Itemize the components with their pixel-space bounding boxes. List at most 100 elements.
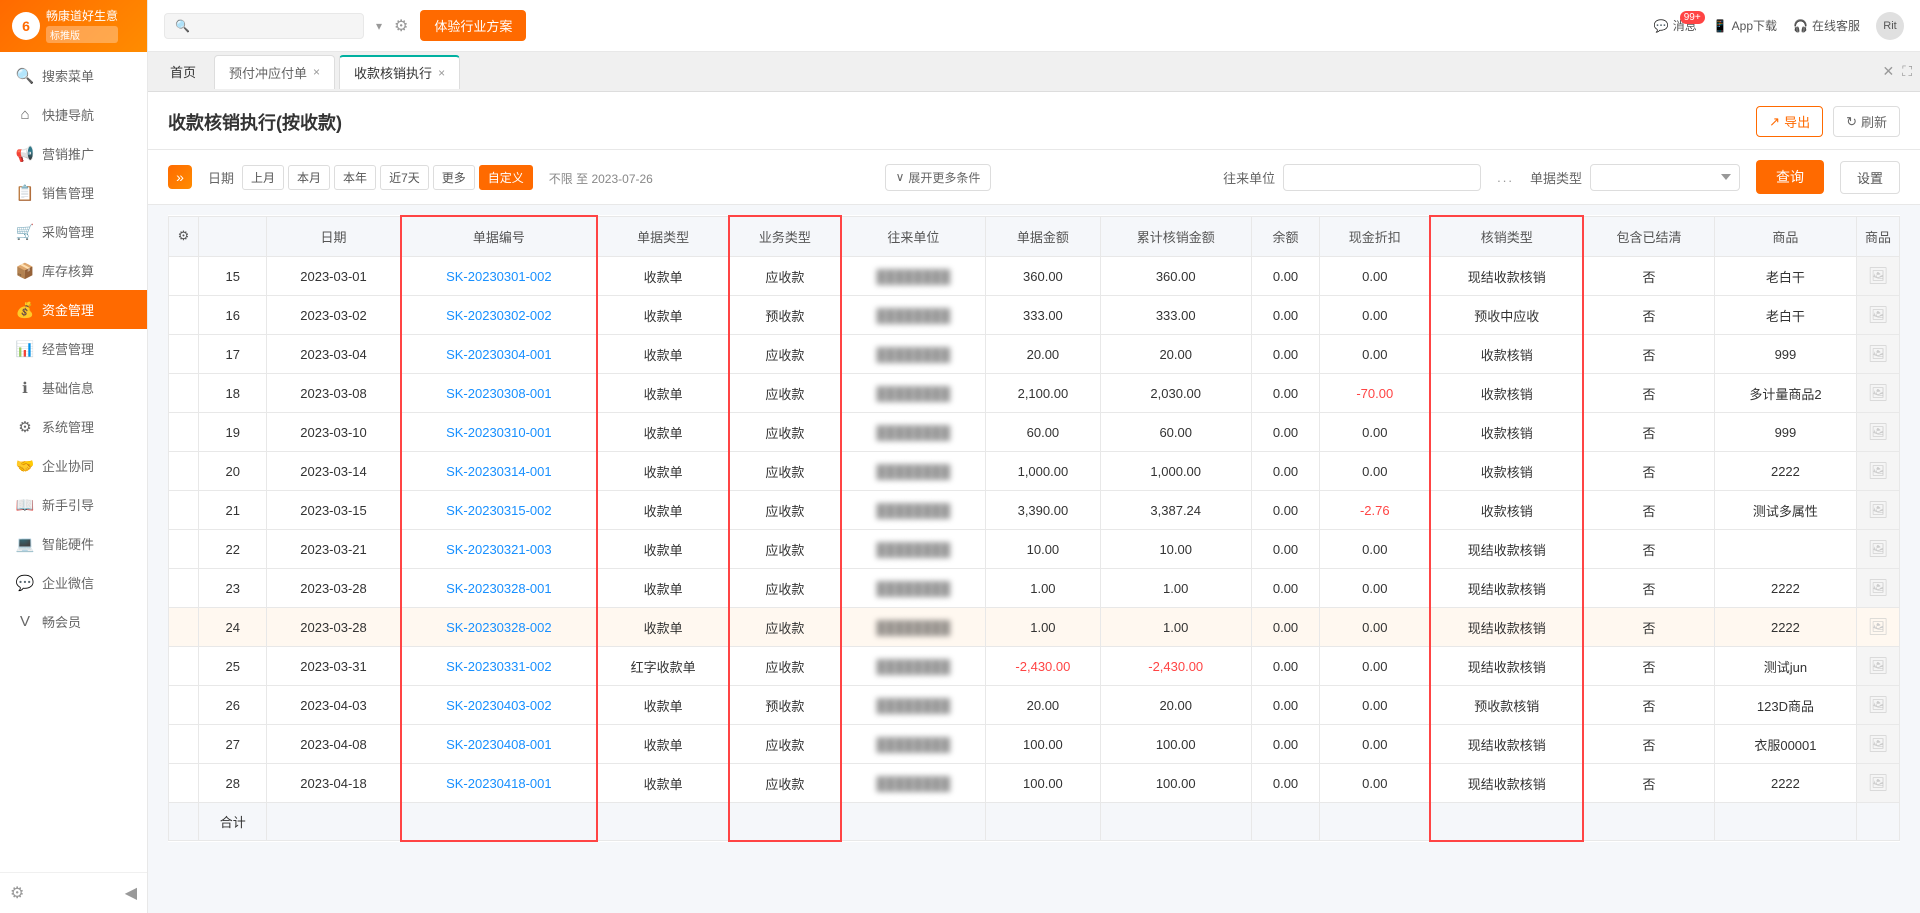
this-month-btn[interactable]: 本月 bbox=[288, 165, 330, 190]
sidebar-item-basic[interactable]: ℹ基础信息 bbox=[0, 368, 147, 407]
doc-no-link[interactable]: SK-20230308-001 bbox=[446, 386, 552, 401]
cell-doc-no[interactable]: SK-20230331-002 bbox=[401, 647, 598, 686]
query-button[interactable]: 查询 bbox=[1756, 160, 1824, 194]
custom-btn[interactable]: 自定义 bbox=[479, 165, 533, 190]
cell-doc-no[interactable]: SK-20230328-002 bbox=[401, 608, 598, 647]
table-footer-row: 合计 bbox=[169, 803, 1900, 841]
messages-action[interactable]: 💬 消息 99+ bbox=[1654, 17, 1697, 34]
cell-balance: 0.00 bbox=[1251, 569, 1319, 608]
cell-doc-no[interactable]: SK-20230304-001 bbox=[401, 335, 598, 374]
doc-no-link[interactable]: SK-20230328-001 bbox=[446, 581, 552, 596]
topbar-search[interactable]: 🔍 bbox=[164, 13, 364, 39]
sidebar-item-enterprise[interactable]: 🤝企业协同 bbox=[0, 446, 147, 485]
doc-no-link[interactable]: SK-20230321-003 bbox=[446, 542, 552, 557]
user-avatar[interactable]: Rit bbox=[1876, 12, 1904, 40]
table-row[interactable]: 242023-03-28SK-20230328-002收款单应收款███████… bbox=[169, 608, 1900, 647]
cell-doc-no[interactable]: SK-20230301-002 bbox=[401, 257, 598, 296]
doc-no-link[interactable]: SK-20230314-001 bbox=[446, 464, 552, 479]
tab-close-prepay[interactable]: × bbox=[313, 65, 320, 79]
doc-no-link[interactable]: SK-20230418-001 bbox=[446, 776, 552, 791]
solution-button[interactable]: 体验行业方案 bbox=[420, 10, 526, 41]
table-row[interactable]: 232023-03-28SK-20230328-001收款单应收款███████… bbox=[169, 569, 1900, 608]
table-row[interactable]: 212023-03-15SK-20230315-002收款单应收款███████… bbox=[169, 491, 1900, 530]
search-menu-icon: 🔍 bbox=[16, 67, 34, 85]
cell-date: 2023-03-28 bbox=[267, 569, 401, 608]
expand-conditions-button[interactable]: ∨ 展开更多条件 bbox=[885, 164, 992, 191]
doc-no-link[interactable]: SK-20230310-001 bbox=[446, 425, 552, 440]
sidebar-item-quick-nav[interactable]: ⌂快捷导航 bbox=[0, 95, 147, 134]
table-row[interactable]: 182023-03-08SK-20230308-001收款单应收款███████… bbox=[169, 374, 1900, 413]
doc-type-select[interactable] bbox=[1590, 164, 1740, 191]
table-row[interactable]: 202023-03-14SK-20230314-001收款单应收款███████… bbox=[169, 452, 1900, 491]
app-download-action[interactable]: 📱 App下载 bbox=[1713, 17, 1777, 34]
settings-icon[interactable]: ⚙ bbox=[10, 883, 24, 903]
cell-doc-no[interactable]: SK-20230328-001 bbox=[401, 569, 598, 608]
expand-window-icon[interactable]: ⛶ bbox=[1902, 63, 1912, 80]
more-btn[interactable]: 更多 bbox=[433, 165, 475, 190]
doc-no-link[interactable]: SK-20230403-002 bbox=[446, 698, 552, 713]
sidebar-item-wechat[interactable]: 💬企业微信 bbox=[0, 563, 147, 602]
topbar-gear-icon[interactable]: ⚙ bbox=[394, 16, 408, 36]
cell-amount: 10.00 bbox=[986, 530, 1100, 569]
table-row[interactable]: 172023-03-04SK-20230304-001收款单应收款███████… bbox=[169, 335, 1900, 374]
table-row[interactable]: 272023-04-08SK-20230408-001收款单应收款███████… bbox=[169, 725, 1900, 764]
collapse-icon[interactable]: ◀ bbox=[125, 883, 137, 903]
tab-prepay[interactable]: 预付冲应付单× bbox=[214, 55, 335, 89]
table-row[interactable]: 162023-03-02SK-20230302-002收款单预收款███████… bbox=[169, 296, 1900, 335]
tab-home[interactable]: 首页 bbox=[156, 55, 210, 89]
cell-doc-no[interactable]: SK-20230302-002 bbox=[401, 296, 598, 335]
sidebar-item-guide[interactable]: 📖新手引导 bbox=[0, 485, 147, 524]
cell-doc-no[interactable]: SK-20230308-001 bbox=[401, 374, 598, 413]
this-year-btn[interactable]: 本年 bbox=[334, 165, 376, 190]
doc-no-link[interactable]: SK-20230331-002 bbox=[446, 659, 552, 674]
cell-verify-amount: 333.00 bbox=[1100, 296, 1251, 335]
cell-doc-no[interactable]: SK-20230310-001 bbox=[401, 413, 598, 452]
close-window-icon[interactable]: ✕ bbox=[1882, 63, 1894, 80]
sidebar-item-marketing[interactable]: 📢营销推广 bbox=[0, 134, 147, 173]
cell-index: 26 bbox=[199, 686, 267, 725]
table-row[interactable]: 262023-04-03SK-20230403-002收款单预收款███████… bbox=[169, 686, 1900, 725]
doc-no-link[interactable]: SK-20230315-002 bbox=[446, 503, 552, 518]
table-row[interactable]: 152023-03-01SK-20230301-002收款单应收款███████… bbox=[169, 257, 1900, 296]
sidebar-item-finance[interactable]: 💰资金管理 bbox=[0, 290, 147, 329]
tab-close-verify[interactable]: × bbox=[438, 66, 445, 80]
online-service-action[interactable]: 🎧 在线客服 bbox=[1793, 17, 1860, 34]
cell-doc-no[interactable]: SK-20230418-001 bbox=[401, 764, 598, 803]
cell-date: 2023-03-15 bbox=[267, 491, 401, 530]
sidebar-item-hardware[interactable]: 💻智能硬件 bbox=[0, 524, 147, 563]
topbar-chevron-icon[interactable]: ▾ bbox=[376, 19, 382, 33]
partner-input[interactable] bbox=[1283, 164, 1481, 191]
last7-btn[interactable]: 近7天 bbox=[380, 165, 429, 190]
cell-doc-no[interactable]: SK-20230321-003 bbox=[401, 530, 598, 569]
sidebar-item-search-menu[interactable]: 🔍搜索菜单 bbox=[0, 56, 147, 95]
doc-no-link[interactable]: SK-20230408-001 bbox=[446, 737, 552, 752]
table-row[interactable]: 222023-03-21SK-20230321-003收款单应收款███████… bbox=[169, 530, 1900, 569]
filter-toggle[interactable]: » bbox=[168, 165, 192, 189]
col-header-settings-col[interactable]: ⚙ bbox=[169, 216, 199, 257]
table-row[interactable]: 252023-03-31SK-20230331-002红字收款单应收款█████… bbox=[169, 647, 1900, 686]
cell-doc-no[interactable]: SK-20230314-001 bbox=[401, 452, 598, 491]
table-row[interactable]: 192023-03-10SK-20230310-001收款单应收款███████… bbox=[169, 413, 1900, 452]
sidebar-item-operations[interactable]: 📊经营管理 bbox=[0, 329, 147, 368]
cell-doc-no[interactable]: SK-20230315-002 bbox=[401, 491, 598, 530]
cell-doc-no[interactable]: SK-20230408-001 bbox=[401, 725, 598, 764]
last-month-btn[interactable]: 上月 bbox=[242, 165, 284, 190]
sidebar-item-system[interactable]: ⚙系统管理 bbox=[0, 407, 147, 446]
doc-no-link[interactable]: SK-20230304-001 bbox=[446, 347, 552, 362]
cell-goods1 bbox=[1714, 530, 1856, 569]
cell-doc-type: 收款单 bbox=[597, 608, 729, 647]
cell-include-settled: 否 bbox=[1583, 296, 1714, 335]
sidebar-item-purchase[interactable]: 🛒采购管理 bbox=[0, 212, 147, 251]
refresh-button[interactable]: ↻ 刷新 bbox=[1833, 106, 1900, 137]
doc-no-link[interactable]: SK-20230302-002 bbox=[446, 308, 552, 323]
cell-doc-no[interactable]: SK-20230403-002 bbox=[401, 686, 598, 725]
tab-verify[interactable]: 收款核销执行× bbox=[339, 55, 460, 89]
sidebar-item-member[interactable]: V畅会员 bbox=[0, 602, 147, 641]
settings-button[interactable]: 设置 bbox=[1840, 161, 1900, 194]
doc-no-link[interactable]: SK-20230328-002 bbox=[446, 620, 552, 635]
sidebar-item-inventory[interactable]: 📦库存核算 bbox=[0, 251, 147, 290]
export-button[interactable]: ↗ 导出 bbox=[1756, 106, 1823, 137]
sidebar-item-sales[interactable]: 📋销售管理 bbox=[0, 173, 147, 212]
table-row[interactable]: 282023-04-18SK-20230418-001收款单应收款███████… bbox=[169, 764, 1900, 803]
doc-no-link[interactable]: SK-20230301-002 bbox=[446, 269, 552, 284]
